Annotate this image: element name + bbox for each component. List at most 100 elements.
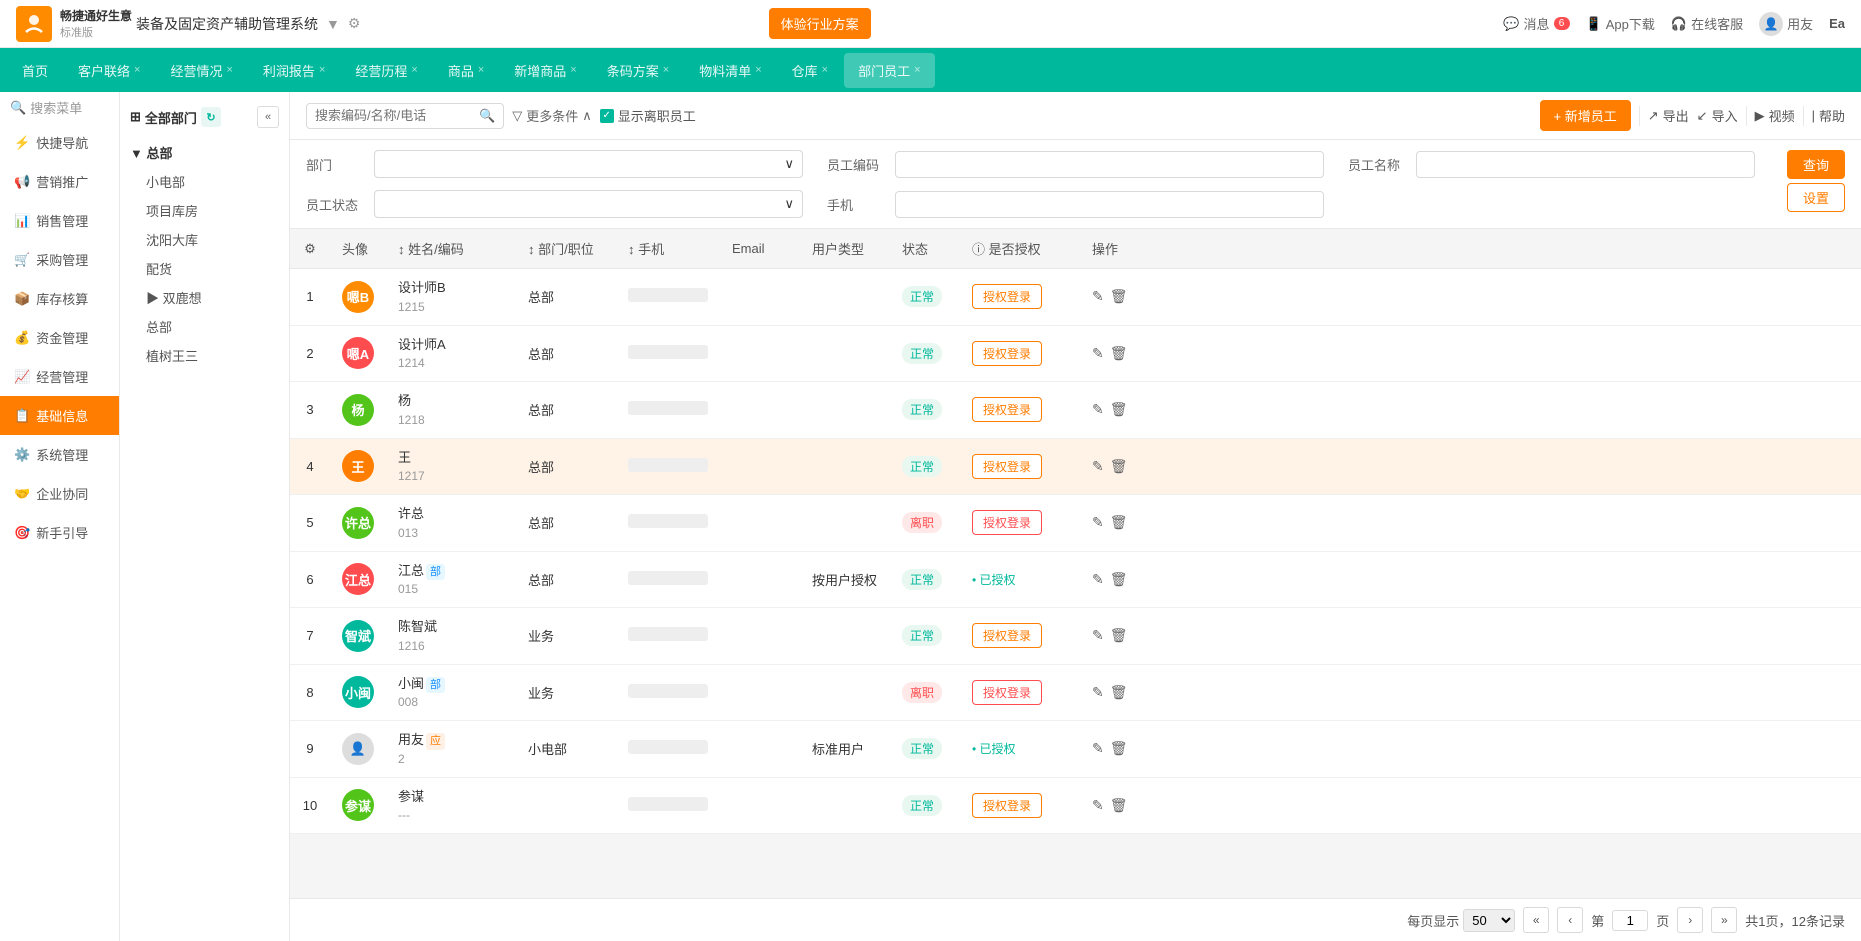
close-icon[interactable]: ×: [319, 64, 325, 76]
sidebar-item-basicinfo[interactable]: 📋基础信息: [0, 396, 119, 435]
emp-status-select[interactable]: ∨: [374, 190, 803, 218]
auth-login-button[interactable]: 授权登录: [972, 454, 1042, 479]
dept-collapse-button[interactable]: «: [257, 106, 279, 128]
dept-node-hq[interactable]: 总部: [120, 312, 289, 341]
nav-tab-operation[interactable]: 经营情况 ×: [156, 53, 246, 88]
search-menu-button[interactable]: 🔍 搜索菜单: [0, 92, 119, 123]
dropdown-icon[interactable]: ▼: [326, 16, 340, 32]
app-download-button[interactable]: 📱 App下载: [1586, 14, 1655, 33]
nav-tab-barcode[interactable]: 条码方案 ×: [593, 53, 683, 88]
sidebar-item-quicknav[interactable]: ⚡快捷导航: [0, 123, 119, 162]
search-input[interactable]: [315, 108, 475, 123]
settings-icon[interactable]: ⚙: [348, 15, 361, 32]
delete-button[interactable]: 🗑: [1110, 740, 1128, 757]
prev-page-button[interactable]: ‹: [1557, 907, 1583, 933]
auth-login-button[interactable]: 授权登录: [972, 341, 1042, 366]
dept-node-shuanglu[interactable]: ▶ 双鹿想: [120, 283, 289, 312]
view-button[interactable]: ▶ 视频: [1755, 106, 1795, 125]
nav-tab-add-goods[interactable]: 新增商品 ×: [500, 53, 590, 88]
edit-button[interactable]: ✎: [1092, 514, 1104, 531]
export-button[interactable]: ↗ 导出: [1648, 106, 1689, 125]
emp-name-input[interactable]: [1416, 151, 1755, 178]
query-button[interactable]: 查询: [1787, 150, 1845, 179]
dept-node-small-elec[interactable]: 小电部: [120, 167, 289, 196]
delete-button[interactable]: 🗑: [1110, 627, 1128, 644]
dept-node-headquarters-parent[interactable]: ▼ 总部: [120, 138, 289, 167]
close-icon[interactable]: ×: [663, 64, 669, 76]
import-button[interactable]: ↙ 导入: [1697, 106, 1738, 125]
more-conditions-button[interactable]: ▽ 更多条件 ∧: [512, 106, 592, 125]
reset-button[interactable]: 设置: [1787, 183, 1845, 212]
auth-login-button[interactable]: 授权登录: [972, 793, 1042, 818]
emp-code-input[interactable]: [895, 151, 1324, 178]
close-icon[interactable]: ×: [226, 64, 232, 76]
last-page-button[interactable]: »: [1711, 907, 1737, 933]
sidebar-item-marketing[interactable]: 📢营销推广: [0, 162, 119, 201]
edit-button[interactable]: ✎: [1092, 797, 1104, 814]
nav-tab-goods[interactable]: 商品 ×: [434, 53, 498, 88]
nav-tab-customer[interactable]: 客户联络 ×: [64, 53, 154, 88]
auth-login-button[interactable]: 授权登录: [972, 680, 1042, 705]
sidebar-item-inventory[interactable]: 📦库存核算: [0, 279, 119, 318]
close-icon[interactable]: ×: [478, 64, 484, 76]
delete-button[interactable]: 🗑: [1110, 571, 1128, 588]
close-icon[interactable]: ×: [570, 64, 576, 76]
nav-tab-profit[interactable]: 利润报告 ×: [249, 53, 339, 88]
sidebar-item-collab[interactable]: 🤝企业协同: [0, 474, 119, 513]
delete-button[interactable]: 🗑: [1110, 345, 1128, 362]
dept-refresh-icon[interactable]: ↻: [201, 107, 221, 127]
page-number-input[interactable]: [1612, 910, 1648, 931]
delete-button[interactable]: 🗑: [1110, 684, 1128, 701]
delete-button[interactable]: 🗑: [1110, 401, 1128, 418]
online-service-button[interactable]: 🎧 在线客服: [1671, 14, 1743, 33]
add-employee-button[interactable]: + 新增员工: [1540, 100, 1631, 131]
show-resigned-checkbox[interactable]: ✓ 显示离职员工: [600, 106, 696, 125]
nav-tab-home[interactable]: 首页: [8, 53, 62, 88]
search-input-wrap[interactable]: 🔍: [306, 103, 504, 129]
help-button[interactable]: | 帮助: [1812, 106, 1845, 125]
delete-button[interactable]: 🗑: [1110, 288, 1128, 305]
try-industry-button[interactable]: 体验行业方案: [769, 8, 871, 39]
close-icon[interactable]: ×: [411, 64, 417, 76]
close-icon[interactable]: ×: [755, 64, 761, 76]
edit-button[interactable]: ✎: [1092, 288, 1104, 305]
edit-button[interactable]: ✎: [1092, 401, 1104, 418]
sidebar-item-guide[interactable]: 🎯新手引导: [0, 513, 119, 552]
sidebar-item-finance[interactable]: 💰资金管理: [0, 318, 119, 357]
dept-node-shenyang[interactable]: 沈阳大库: [120, 225, 289, 254]
sidebar-item-bizmanage[interactable]: 📈经营管理: [0, 357, 119, 396]
edit-button[interactable]: ✎: [1092, 627, 1104, 644]
page-size-dropdown[interactable]: 50 100: [1463, 909, 1515, 932]
nav-tab-bom[interactable]: 物料清单 ×: [685, 53, 775, 88]
dept-select[interactable]: ∨: [374, 150, 803, 178]
nav-tab-warehouse[interactable]: 仓库 ×: [778, 53, 842, 88]
dept-node-distribution[interactable]: 配货: [120, 254, 289, 283]
close-icon[interactable]: ×: [822, 64, 828, 76]
auth-login-button[interactable]: 授权登录: [972, 284, 1042, 309]
edit-button[interactable]: ✎: [1092, 345, 1104, 362]
auth-login-button[interactable]: 授权登录: [972, 623, 1042, 648]
sidebar-item-purchase[interactable]: 🛒采购管理: [0, 240, 119, 279]
nav-tab-history[interactable]: 经营历程 ×: [341, 53, 431, 88]
edit-button[interactable]: ✎: [1092, 740, 1104, 757]
dept-node-plant[interactable]: 植树王三: [120, 341, 289, 370]
phone-input[interactable]: [895, 191, 1324, 218]
user-menu-button[interactable]: 👤 用友: [1759, 12, 1813, 36]
dept-node-project-store[interactable]: 项目库房: [120, 196, 289, 225]
close-icon-active[interactable]: ×: [914, 64, 920, 76]
nav-tab-employees[interactable]: 部门员工 ×: [844, 53, 934, 88]
delete-button[interactable]: 🗑: [1110, 458, 1128, 475]
edit-button[interactable]: ✎: [1092, 571, 1104, 588]
sidebar-item-system[interactable]: ⚙️系统管理: [0, 435, 119, 474]
delete-button[interactable]: 🗑: [1110, 797, 1128, 814]
edit-button[interactable]: ✎: [1092, 458, 1104, 475]
auth-login-button[interactable]: 授权登录: [972, 397, 1042, 422]
edit-button[interactable]: ✎: [1092, 684, 1104, 701]
sidebar-item-sales[interactable]: 📊销售管理: [0, 201, 119, 240]
next-page-button[interactable]: ›: [1677, 907, 1703, 933]
message-button[interactable]: 💬 消息 6: [1503, 14, 1569, 33]
delete-button[interactable]: 🗑: [1110, 514, 1128, 531]
auth-login-button[interactable]: 授权登录: [972, 510, 1042, 535]
search-submit-icon[interactable]: 🔍: [479, 108, 495, 124]
first-page-button[interactable]: «: [1523, 907, 1549, 933]
